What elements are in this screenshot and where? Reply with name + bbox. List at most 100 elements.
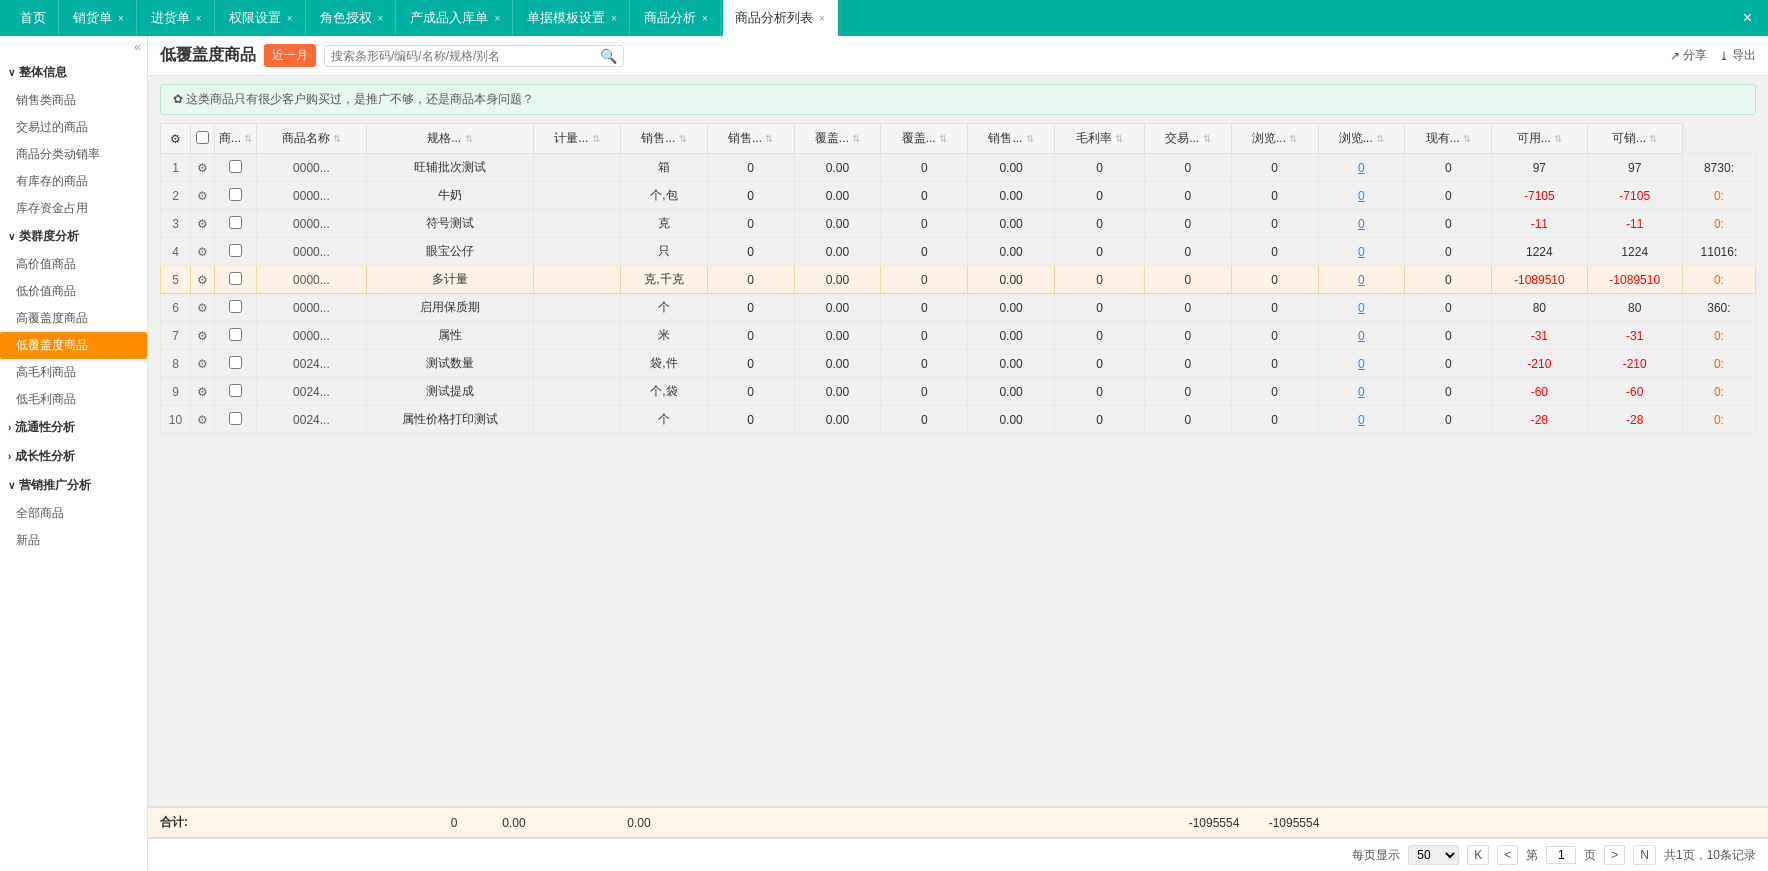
sidebar-section-marketing[interactable]: ∨ 营销推广分析 <box>0 471 147 500</box>
close-sales-order-icon[interactable]: × <box>118 13 124 24</box>
row-gear-0[interactable]: ⚙ <box>191 154 215 182</box>
row-gear-7[interactable]: ⚙ <box>191 350 215 378</box>
row-browse1-2[interactable]: 0 <box>1318 210 1405 238</box>
tab-home[interactable]: 首页 <box>8 0 59 36</box>
page-size-select[interactable]: 50 100 200 <box>1408 845 1459 865</box>
row-check-2[interactable] <box>229 216 242 229</box>
col-available[interactable]: 可用... ⇅ <box>1492 124 1587 154</box>
row-gear-3[interactable]: ⚙ <box>191 238 215 266</box>
sidebar-section-overall[interactable]: ∨ 整体信息 <box>0 58 147 87</box>
row-checkbox-8[interactable] <box>215 378 257 406</box>
sidebar-item-high-margin[interactable]: 高毛利商品 <box>0 359 147 386</box>
col-sellable[interactable]: 可销... ⇅ <box>1587 124 1682 154</box>
sidebar-item-capital-usage[interactable]: 库存资金占用 <box>0 195 147 222</box>
sidebar-item-high-coverage[interactable]: 高覆盖度商品 <box>0 305 147 332</box>
prev-page-button[interactable]: < <box>1497 845 1518 865</box>
row-check-9[interactable] <box>229 412 242 425</box>
export-button[interactable]: ⤓ 导出 <box>1719 47 1756 64</box>
row-gear-9[interactable]: ⚙ <box>191 406 215 434</box>
sidebar-item-sales-goods[interactable]: 销售类商品 <box>0 87 147 114</box>
tab-template-settings[interactable]: 单据模板设置 × <box>515 0 630 36</box>
close-permissions-icon[interactable]: × <box>287 13 293 24</box>
sidebar-item-category-turnover[interactable]: 商品分类动销率 <box>0 141 147 168</box>
row-checkbox-9[interactable] <box>215 406 257 434</box>
col-cover2[interactable]: 覆盖... ⇅ <box>881 124 968 154</box>
row-check-0[interactable] <box>229 160 242 173</box>
row-browse1-3[interactable]: 0 <box>1318 238 1405 266</box>
row-browse1-8[interactable]: 0 <box>1318 378 1405 406</box>
col-cover1[interactable]: 覆盖... ⇅ <box>794 124 881 154</box>
row-browse1-6[interactable]: 0 <box>1318 322 1405 350</box>
tab-product-analysis-list[interactable]: 商品分析列表 × <box>723 0 838 36</box>
col-checkbox[interactable] <box>191 124 215 154</box>
row-browse1-4[interactable]: 0 <box>1318 266 1405 294</box>
sidebar-section-circulation[interactable]: › 流通性分析 <box>0 413 147 442</box>
col-unit[interactable]: 计量... ⇅ <box>534 124 621 154</box>
row-gear-4[interactable]: ⚙ <box>191 266 215 294</box>
tab-purchase-order[interactable]: 进货单 × <box>139 0 215 36</box>
row-check-4[interactable] <box>229 272 242 285</box>
col-sales3[interactable]: 销售... ⇅ <box>968 124 1055 154</box>
sidebar-item-low-margin[interactable]: 低毛利商品 <box>0 386 147 413</box>
row-gear-5[interactable]: ⚙ <box>191 294 215 322</box>
row-browse1-1[interactable]: 0 <box>1318 182 1405 210</box>
first-page-button[interactable]: K <box>1467 845 1489 865</box>
row-checkbox-2[interactable] <box>215 210 257 238</box>
row-browse1-9[interactable]: 0 <box>1318 406 1405 434</box>
row-gear-6[interactable]: ⚙ <box>191 322 215 350</box>
row-checkbox-1[interactable] <box>215 182 257 210</box>
col-sales-qty[interactable]: 销售... ⇅ <box>621 124 708 154</box>
col-current[interactable]: 现有... ⇅ <box>1405 124 1492 154</box>
row-gear-1[interactable]: ⚙ <box>191 182 215 210</box>
close-purchase-order-icon[interactable]: × <box>196 13 202 24</box>
sidebar-item-all-goods[interactable]: 全部商品 <box>0 500 147 527</box>
row-gear-8[interactable]: ⚙ <box>191 378 215 406</box>
sidebar-item-new-goods[interactable]: 新品 <box>0 527 147 554</box>
page-number-input[interactable] <box>1546 846 1576 864</box>
sidebar-section-growth[interactable]: › 成长性分析 <box>0 442 147 471</box>
tab-product-analysis[interactable]: 商品分析 × <box>632 0 721 36</box>
tab-sales-order[interactable]: 销货单 × <box>61 0 137 36</box>
sidebar-section-cluster[interactable]: ∨ 类群度分析 <box>0 222 147 251</box>
sidebar-collapse-button[interactable]: « <box>0 36 147 58</box>
row-checkbox-3[interactable] <box>215 238 257 266</box>
col-name[interactable]: 商品名称 ⇅ <box>257 124 366 154</box>
row-gear-2[interactable]: ⚙ <box>191 210 215 238</box>
close-role-auth-icon[interactable]: × <box>378 13 384 24</box>
share-button[interactable]: ↗ 分享 <box>1670 47 1707 64</box>
row-check-8[interactable] <box>229 384 242 397</box>
col-trade[interactable]: 交易... ⇅ <box>1144 124 1231 154</box>
sidebar-item-traded-goods[interactable]: 交易过的商品 <box>0 114 147 141</box>
col-sales-amt[interactable]: 销售... ⇅ <box>707 124 794 154</box>
col-code[interactable]: 商... ⇅ <box>215 124 257 154</box>
col-gear[interactable]: ⚙ <box>161 124 191 154</box>
row-checkbox-5[interactable] <box>215 294 257 322</box>
row-check-6[interactable] <box>229 328 242 341</box>
row-browse1-5[interactable]: 0 <box>1318 294 1405 322</box>
next-page-button[interactable]: > <box>1604 845 1625 865</box>
search-icon[interactable]: 🔍 <box>600 48 617 64</box>
sidebar-item-low-value[interactable]: 低价值商品 <box>0 278 147 305</box>
row-checkbox-7[interactable] <box>215 350 257 378</box>
sidebar-item-high-value[interactable]: 高价值商品 <box>0 251 147 278</box>
sidebar-item-low-coverage[interactable]: 低覆盖度商品 <box>0 332 147 359</box>
search-input[interactable] <box>331 49 600 63</box>
col-gross[interactable]: 毛利率 ⇅ <box>1054 124 1144 154</box>
col-browse2[interactable]: 浏览... ⇅ <box>1318 124 1405 154</box>
last-page-button[interactable]: N <box>1633 845 1656 865</box>
close-all-tabs-button[interactable]: × <box>1735 5 1760 31</box>
tab-permissions[interactable]: 权限设置 × <box>217 0 306 36</box>
row-check-7[interactable] <box>229 356 242 369</box>
close-product-analysis-icon[interactable]: × <box>702 13 708 24</box>
close-product-analysis-list-icon[interactable]: × <box>819 13 825 24</box>
row-browse1-7[interactable]: 0 <box>1318 350 1405 378</box>
sidebar-item-in-stock[interactable]: 有库存的商品 <box>0 168 147 195</box>
close-finished-goods-icon[interactable]: × <box>494 13 500 24</box>
row-check-1[interactable] <box>229 188 242 201</box>
row-browse1-0[interactable]: 0 <box>1318 154 1405 182</box>
tab-role-auth[interactable]: 角色授权 × <box>308 0 397 36</box>
row-check-5[interactable] <box>229 300 242 313</box>
time-filter-button[interactable]: 近一月 <box>264 44 316 67</box>
tab-finished-goods[interactable]: 产成品入库单 × <box>398 0 513 36</box>
row-checkbox-6[interactable] <box>215 322 257 350</box>
